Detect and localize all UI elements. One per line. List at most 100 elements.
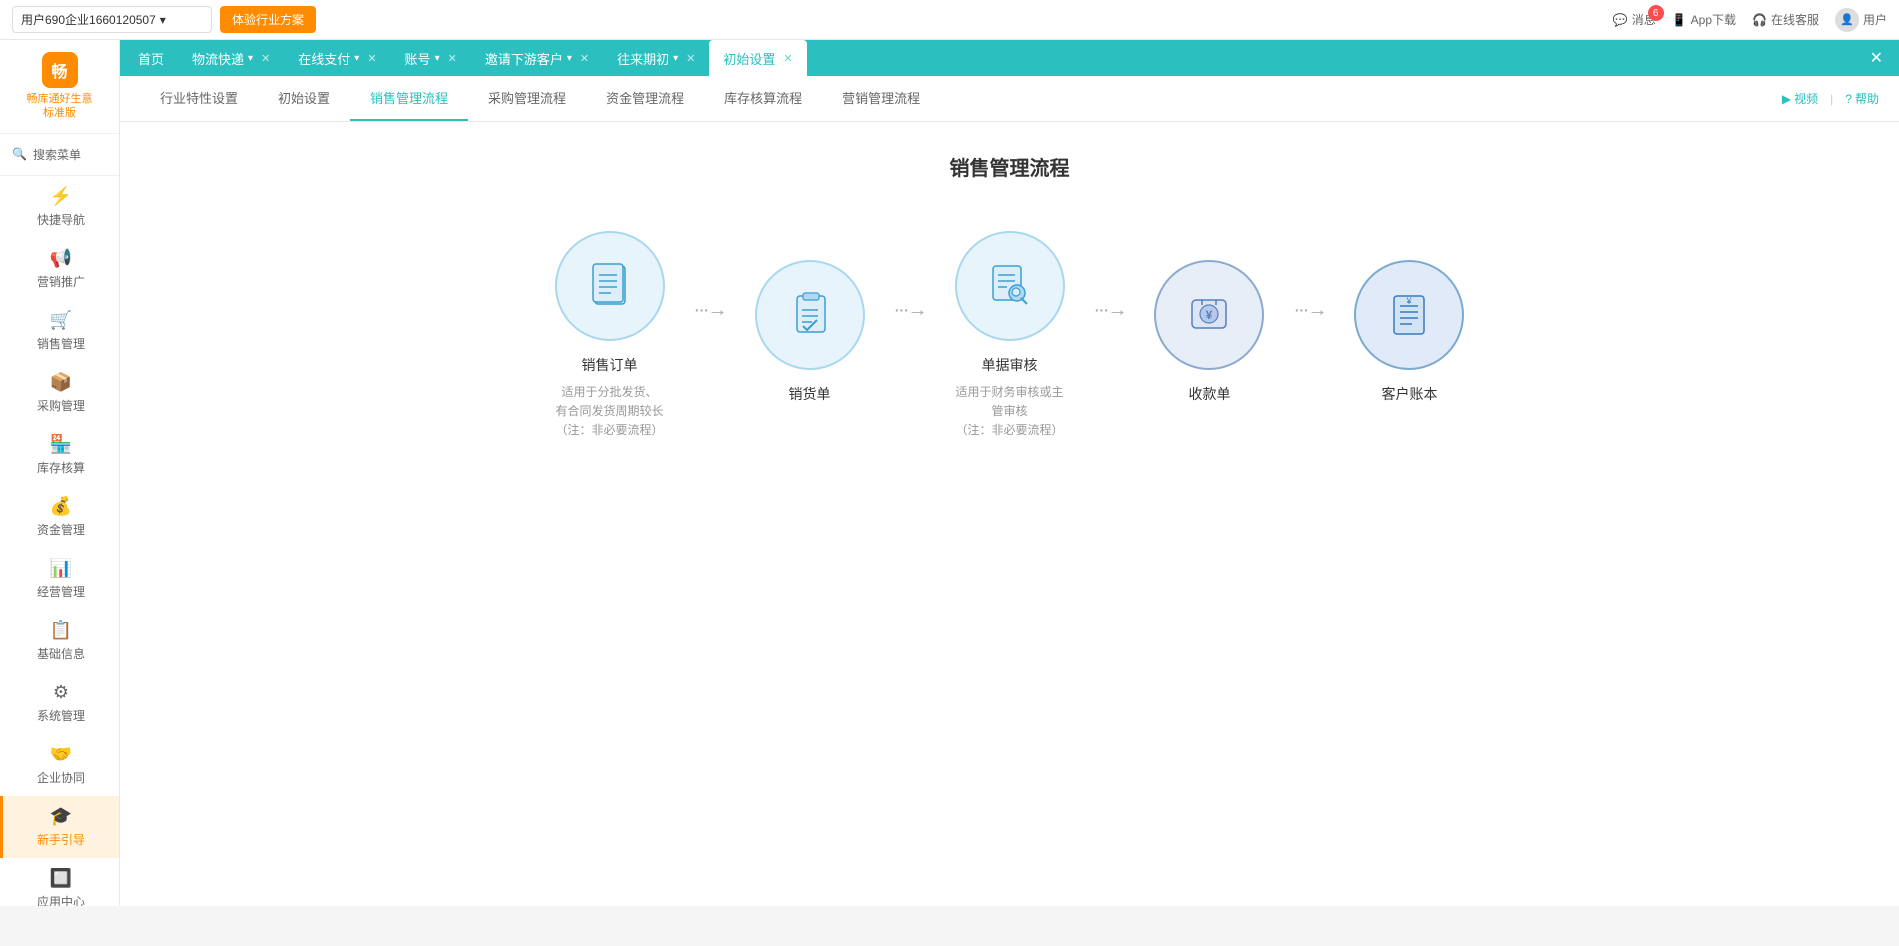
step-name-approval: 单据审核 (982, 355, 1038, 375)
step-name-receipt: 收款单 (1188, 384, 1230, 404)
flow-circle-ledger: ¥ (1354, 260, 1464, 370)
sidebar-item-label: 资金管理 (37, 521, 85, 538)
sub-tab-industry[interactable]: 行业特性设置 (140, 76, 258, 121)
sidebar-logo: 畅 畅库通好生意标准版 (0, 40, 119, 134)
user-name-label: 用户 (1863, 11, 1887, 28)
message-badge: 6 (1648, 5, 1664, 21)
sidebar-item-app-center[interactable]: 🔲 应用中心 (0, 858, 119, 906)
nav-tab-history[interactable]: 往来期初 ▾ ✕ (603, 40, 709, 76)
flow-circle-sales-order (555, 231, 665, 341)
experience-button[interactable]: 体验行业方案 (220, 6, 316, 33)
search-menu-button[interactable]: 🔍 搜索菜单 (8, 142, 111, 167)
online-service-label: 在线客服 (1771, 11, 1819, 28)
sidebar-item-basic[interactable]: 📋 基础信息 (0, 610, 119, 672)
sub-tab-initial[interactable]: 初始设置 (258, 76, 350, 121)
top-bar: 用户690企业1660120507 ▾ 体验行业方案 💬 消息 6 📱 App下… (0, 0, 1899, 40)
sidebar-item-label: 新手引导 (37, 831, 85, 848)
sub-tab-label: 采购管理流程 (488, 91, 566, 106)
video-help-link[interactable]: ▶ 视频 (1782, 90, 1818, 107)
main-container: 畅 畅库通好生意标准版 🔍 搜索菜单 ⚡ 快捷导航 📢 营销推广 🛒 销售管理 … (0, 40, 1899, 906)
sub-tab-finance-flow[interactable]: 资金管理流程 (586, 76, 704, 121)
help-link[interactable]: ? 帮助 (1845, 90, 1879, 107)
sidebar-item-label: 快捷导航 (37, 211, 85, 228)
sidebar: 畅 畅库通好生意标准版 🔍 搜索菜单 ⚡ 快捷导航 📢 营销推广 🛒 销售管理 … (0, 40, 120, 906)
sub-tab-purchase-flow[interactable]: 采购管理流程 (468, 76, 586, 121)
sales-icon: 🛒 (50, 310, 72, 331)
enterprise-icon: 🤝 (50, 744, 72, 765)
sidebar-item-newbie[interactable]: 🎓 新手引导 (0, 796, 119, 858)
sidebar-item-sales[interactable]: 🛒 销售管理 (0, 300, 119, 362)
close-icon: ✕ (261, 52, 270, 65)
flow-arrow-4: ···→ (1293, 299, 1325, 372)
nav-tab-initial-setup[interactable]: 初始设置 ✕ (709, 40, 806, 76)
logo-icon: 畅 (42, 52, 78, 88)
flow-step-sales-order: 销售订单 适用于分批发货、有合同发货周期较长（注：非必要流程） (530, 231, 690, 441)
flow-step-delivery: 销货单 (730, 260, 890, 412)
nav-tab-logistics[interactable]: 物流快递 ▾ ✕ (178, 40, 284, 76)
sub-tab-inventory-flow[interactable]: 库存核算流程 (704, 76, 822, 121)
nav-tab-home[interactable]: 首页 (124, 40, 178, 76)
user-avatar-item[interactable]: 👤 用户 (1835, 8, 1887, 32)
user-selector[interactable]: 用户690企业1660120507 ▾ (12, 6, 212, 33)
sidebar-item-purchase[interactable]: 📦 采购管理 (0, 362, 119, 424)
help-label: 帮助 (1855, 90, 1879, 107)
chevron-down-icon: ▾ (567, 53, 572, 64)
finance-icon: 💰 (50, 496, 72, 517)
sidebar-item-marketing[interactable]: 📢 营销推广 (0, 238, 119, 300)
sidebar-item-label: 销售管理 (37, 335, 85, 352)
nav-tab-label: 在线支付 (298, 49, 350, 68)
nav-tab-payment[interactable]: 在线支付 ▾ ✕ (284, 40, 390, 76)
sub-tabs: 行业特性设置 初始设置 销售管理流程 采购管理流程 资金管理流程 库存核算流程 (120, 76, 1899, 122)
flow-step-receipt: ¥ 收款单 (1129, 260, 1289, 412)
basic-icon: 📋 (50, 620, 72, 641)
sidebar-search-area: 🔍 搜索菜单 (0, 134, 119, 176)
sidebar-item-label: 企业协同 (37, 769, 85, 786)
nav-bar: 首页 物流快递 ▾ ✕ 在线支付 ▾ ✕ 账号 ▾ ✕ 邀请下游客户 ▾ ✕ (120, 40, 1899, 76)
system-icon: ⚙ (53, 682, 69, 703)
sub-tab-label: 初始设置 (278, 91, 330, 106)
sub-tab-sales-flow[interactable]: 销售管理流程 (350, 76, 468, 121)
online-service-item[interactable]: 🎧 在线客服 (1752, 11, 1819, 28)
download-icon: 📱 (1672, 13, 1687, 27)
sidebar-item-operation[interactable]: 📊 经营管理 (0, 548, 119, 610)
close-icon: ✕ (686, 52, 695, 65)
quick-nav-icon: ⚡ (50, 186, 72, 207)
nav-tab-account[interactable]: 账号 ▾ ✕ (391, 40, 471, 76)
chevron-down-icon: ▾ (673, 53, 678, 64)
sidebar-item-label: 应用中心 (37, 893, 85, 906)
flow-step-ledger: ¥ 客户账本 (1329, 260, 1489, 412)
inventory-icon: 🏪 (50, 434, 72, 455)
app-download-label: App下载 (1691, 11, 1736, 28)
document-list-icon (585, 261, 635, 311)
flow-title: 销售管理流程 (950, 152, 1070, 181)
sidebar-item-system[interactable]: ⚙ 系统管理 (0, 672, 119, 734)
svg-text:¥: ¥ (1206, 308, 1213, 322)
sub-tabs-right: ▶ 视频 | ? 帮助 (1782, 90, 1879, 107)
sidebar-item-enterprise[interactable]: 🤝 企业协同 (0, 734, 119, 796)
sidebar-item-label: 营销推广 (37, 273, 85, 290)
flow-circle-approval (955, 231, 1065, 341)
sidebar-item-finance[interactable]: 💰 资金管理 (0, 486, 119, 548)
ledger-icon: ¥ (1384, 290, 1434, 340)
message-item[interactable]: 💬 消息 6 (1613, 11, 1656, 28)
sidebar-item-inventory[interactable]: 🏪 库存核算 (0, 424, 119, 486)
step-name-delivery: 销货单 (789, 384, 831, 404)
app-download-item[interactable]: 📱 App下载 (1672, 11, 1736, 28)
search-doc-icon (985, 261, 1035, 311)
nav-bar-close-button[interactable]: ✕ (1858, 48, 1895, 68)
chevron-down-icon: ▾ (248, 53, 253, 64)
sidebar-item-quick-nav[interactable]: ⚡ 快捷导航 (0, 176, 119, 238)
flow-area: 销售管理流程 (120, 122, 1899, 906)
chevron-down-icon: ▾ (435, 53, 440, 64)
avatar: 👤 (1835, 8, 1859, 32)
play-icon: ▶ (1782, 92, 1791, 106)
sub-tab-marketing-flow[interactable]: 营销管理流程 (822, 76, 940, 121)
nav-tab-invite[interactable]: 邀请下游客户 ▾ ✕ (471, 40, 603, 76)
sidebar-item-label: 库存核算 (37, 459, 85, 476)
close-icon: ✕ (448, 52, 457, 65)
step-desc-sales-order: 适用于分批发货、有合同发货周期较长（注：非必要流程） (556, 383, 664, 441)
sidebar-item-label: 基础信息 (37, 645, 85, 662)
message-icon: 💬 (1613, 13, 1628, 27)
close-icon: ✕ (367, 52, 376, 65)
flow-circle-delivery (755, 260, 865, 370)
